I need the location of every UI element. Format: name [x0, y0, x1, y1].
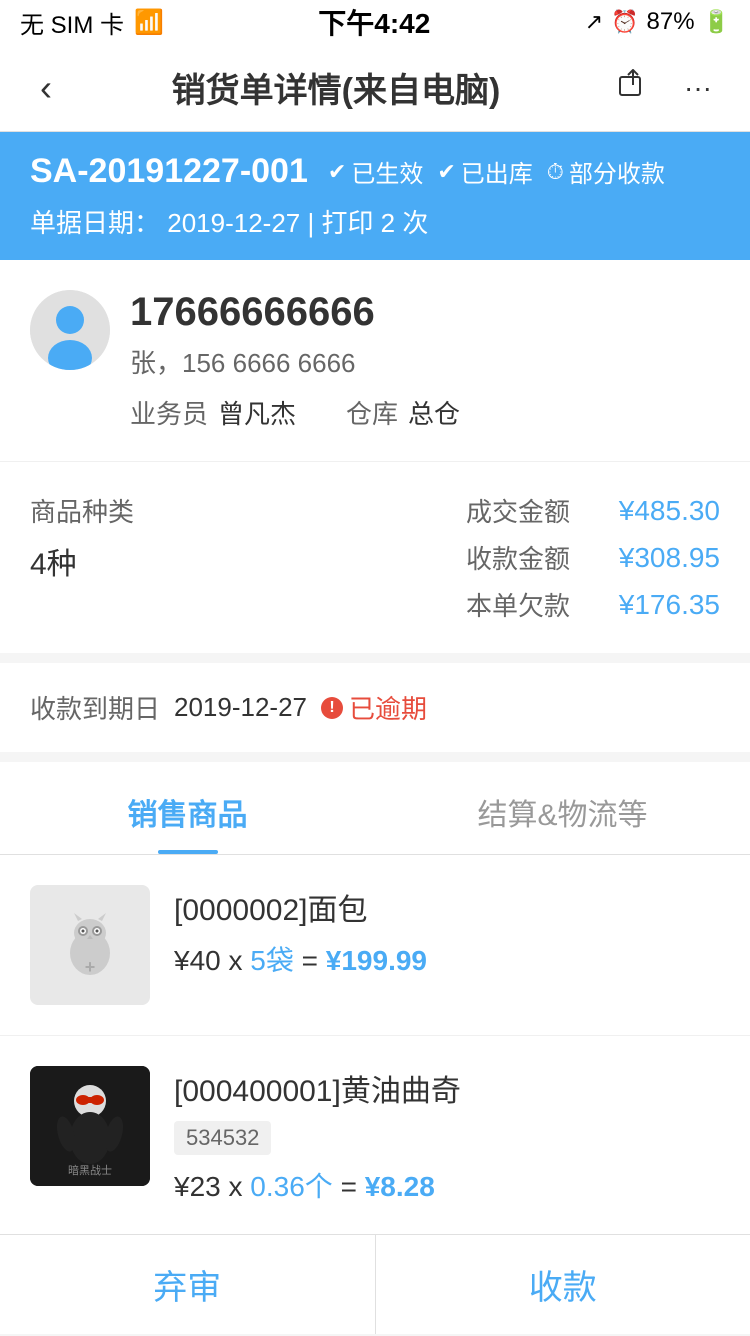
product-sku-2: 534532	[174, 1121, 271, 1155]
status-delivered: ✔ 已出库	[437, 154, 532, 189]
product-price-1: ¥40 x 5袋 = ¥199.99	[174, 939, 720, 979]
product-info-2: [000400001]黄油曲奇 534532 ¥23 x 0.36个 = ¥8.…	[174, 1066, 720, 1205]
sales-name: 曾凡杰	[218, 394, 296, 431]
product-image-2: 暗黑战士	[30, 1066, 150, 1186]
amount-value: ¥485.30	[590, 495, 720, 527]
customer-section: 17666666666 张，156 6666 6666 业务员 曾凡杰 仓库 总…	[0, 260, 750, 462]
clock-icon: ⏱	[547, 159, 564, 185]
header-top: SA-20191227-001 ✔ 已生效 ✔ 已出库 ⏱ 部分收款	[30, 152, 720, 191]
check-icon-2: ✔	[437, 159, 455, 185]
bottom-bar: 弃审 收款	[0, 1234, 750, 1334]
order-date: 2019-12-27	[167, 208, 300, 238]
header-date-info: 单据日期： 2019-12-27 | 打印 2 次	[30, 203, 720, 240]
more-button[interactable]: ···	[676, 64, 720, 112]
product-total-1: ¥199.99	[326, 945, 427, 976]
svg-text:+: +	[85, 957, 96, 977]
price-eq-1: =	[302, 945, 326, 976]
overdue-badge: ! 已逾期	[321, 689, 427, 726]
page-title: 销货单详情(来自电脑)	[172, 63, 501, 112]
product-image-1: +	[30, 885, 150, 1005]
battery-text: 87%	[647, 8, 695, 36]
battery-icon: 🔋	[703, 9, 730, 35]
due-date-value: 2019-12-27	[174, 692, 307, 723]
tab-settlement-logistics[interactable]: 结算&物流等	[375, 762, 750, 854]
svg-text:暗黑战士: 暗黑战士	[68, 1163, 112, 1177]
received-label: 收款金额	[466, 539, 570, 576]
warehouse-label: 仓库	[346, 394, 398, 431]
customer-phone: 17666666666	[130, 290, 720, 335]
warehouse-info: 仓库 总仓	[346, 394, 460, 431]
product-name-1: [0000002]面包	[174, 885, 720, 929]
date-label: 单据日期：	[30, 208, 160, 238]
debt-row: 本单欠款 ¥176.35	[466, 586, 720, 623]
customer-info: 17666666666 张，156 6666 6666 业务员 曾凡杰 仓库 总…	[130, 290, 720, 431]
carrier-text: 无 SIM 卡	[20, 5, 124, 40]
product-type-count: 4种	[30, 539, 134, 583]
overdue-text: 已逾期	[349, 689, 427, 726]
amount-label: 成交金额	[466, 492, 570, 529]
price-x-2: x	[229, 1171, 251, 1202]
wifi-icon: 📶	[134, 8, 164, 37]
order-id: SA-20191227-001	[30, 152, 308, 191]
sales-label: 业务员	[130, 394, 208, 431]
warehouse-name: 总仓	[408, 394, 460, 431]
summary-right: 成交金额 ¥485.30 收款金额 ¥308.95 本单欠款 ¥176.35	[466, 492, 720, 623]
price-base-2: ¥23	[174, 1171, 221, 1202]
product-price-2: ¥23 x 0.36个 = ¥8.28	[174, 1165, 720, 1205]
alarm-icon: ⏰	[611, 9, 638, 35]
due-section: 收款到期日 2019-12-27 ! 已逾期	[0, 663, 750, 762]
tabs-container: 销售商品 结算&物流等	[0, 762, 750, 855]
received-value: ¥308.95	[590, 542, 720, 574]
debt-label: 本单欠款	[466, 586, 570, 623]
header-banner: SA-20191227-001 ✔ 已生效 ✔ 已出库 ⏱ 部分收款 单据日期：…	[0, 132, 750, 260]
summary-section: 商品种类 4种 成交金额 ¥485.30 收款金额 ¥308.95 本单欠款 ¥…	[0, 462, 750, 663]
customer-meta: 业务员 曾凡杰 仓库 总仓	[130, 394, 720, 431]
location-icon: ↗	[585, 9, 603, 35]
status-left: 无 SIM 卡 📶	[20, 5, 164, 40]
status-bar: 无 SIM 卡 📶 下午4:42 ↗ ⏰ 87% 🔋	[0, 0, 750, 44]
check-icon-1: ✔	[328, 159, 346, 185]
cancel-button[interactable]: 弃审	[0, 1235, 376, 1334]
product-total-2: ¥8.28	[365, 1171, 435, 1202]
tab-sales-products[interactable]: 销售商品	[0, 762, 375, 854]
customer-name: 张，156 6666 6666	[130, 343, 720, 380]
share-button[interactable]	[610, 61, 656, 114]
product-info-1: [0000002]面包 ¥40 x 5袋 = ¥199.99	[174, 885, 720, 979]
collect-button[interactable]: 收款	[376, 1235, 750, 1334]
price-eq-2: =	[341, 1171, 365, 1202]
avatar	[30, 290, 110, 370]
nav-actions: ···	[610, 61, 720, 114]
due-label: 收款到期日	[30, 689, 160, 726]
received-row: 收款金额 ¥308.95	[466, 539, 720, 576]
status-right: ↗ ⏰ 87% 🔋	[585, 8, 730, 36]
status-badges: ✔ 已生效 ✔ 已出库 ⏱ 部分收款	[328, 154, 665, 189]
print-info: | 打印 2 次	[307, 208, 428, 238]
product-item: + [0000002]面包 ¥40 x 5袋 = ¥199.99	[0, 855, 750, 1036]
overdue-icon: !	[321, 697, 343, 719]
products-section: + [0000002]面包 ¥40 x 5袋 = ¥199.99	[0, 855, 750, 1236]
status-partial-payment: ⏱ 部分收款	[547, 154, 665, 189]
nav-bar: ‹ 销货单详情(来自电脑) ···	[0, 44, 750, 132]
sales-info: 业务员 曾凡杰	[130, 394, 296, 431]
debt-value: ¥176.35	[590, 589, 720, 621]
time-text: 下午4:42	[318, 2, 430, 42]
status-active: ✔ 已生效	[328, 154, 423, 189]
product-item-2: 暗黑战士 [000400001]黄油曲奇 534532 ¥23 x 0.36个 …	[0, 1036, 750, 1236]
amount-row: 成交金额 ¥485.30	[466, 492, 720, 529]
product-qty-1: 5袋	[250, 945, 294, 976]
price-x-1: x	[229, 945, 251, 976]
summary-left: 商品种类 4种	[30, 492, 134, 583]
back-button[interactable]: ‹	[30, 57, 62, 119]
price-base-1: ¥40	[174, 945, 221, 976]
product-type-label: 商品种类	[30, 492, 134, 529]
product-name-2: [000400001]黄油曲奇	[174, 1066, 720, 1110]
product-qty-2: 0.36个	[250, 1171, 333, 1202]
